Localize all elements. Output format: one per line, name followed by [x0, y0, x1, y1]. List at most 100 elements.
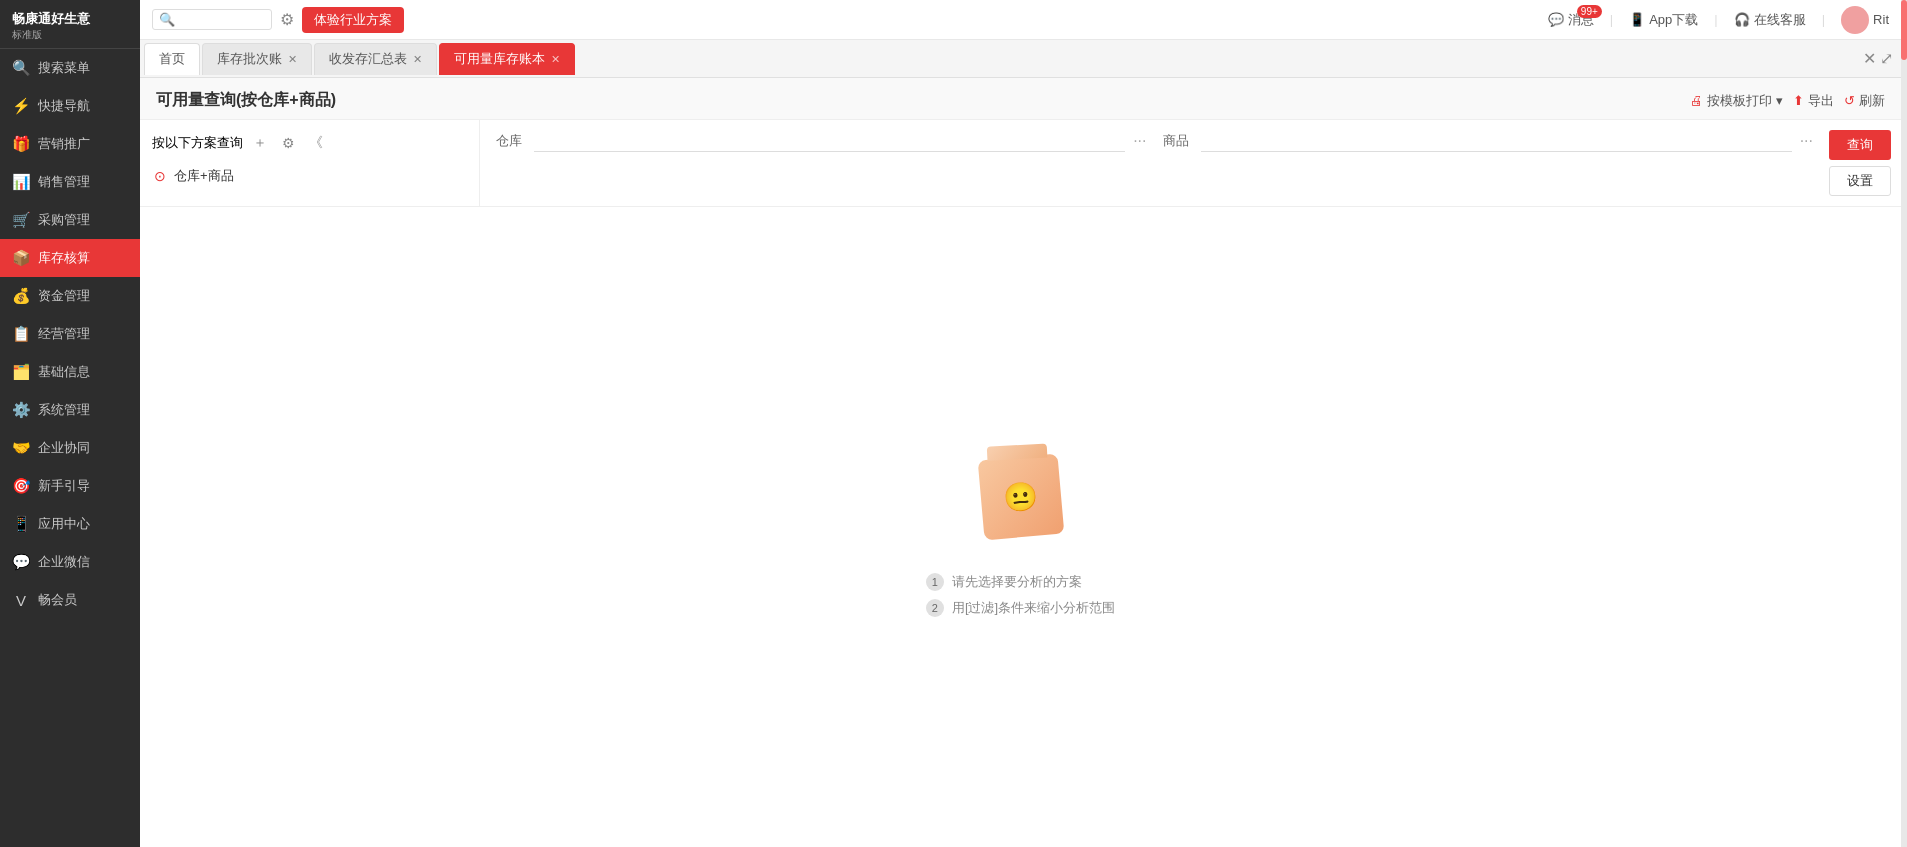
app-download-button[interactable]: 📱 App下载	[1629, 11, 1698, 29]
industry-button[interactable]: 体验行业方案	[302, 7, 404, 33]
sidebar-label-basic: 基础信息	[38, 363, 90, 381]
hint-text-1: 请先选择要分析的方案	[952, 573, 1082, 591]
warehouse-dots-button[interactable]: ···	[1133, 132, 1146, 150]
sidebar-label-operation: 经营管理	[38, 325, 90, 343]
filter-row: 仓库 ··· 商品 ···	[496, 130, 1813, 152]
tab-summary-close[interactable]: ✕	[413, 53, 422, 66]
sidebar-item-corp[interactable]: 🤝 企业协同	[0, 429, 140, 467]
action-panel: 查询 设置	[1829, 120, 1901, 206]
mobile-icon: 📱	[1629, 12, 1645, 27]
warehouse-input[interactable]	[534, 130, 1125, 152]
collapse-scheme-button[interactable]: 《	[305, 132, 327, 154]
page-title: 可用量查询(按仓库+商品)	[156, 90, 1690, 111]
print-button[interactable]: 🖨 按模板打印 ▾	[1690, 92, 1783, 110]
scrollbar-thumb[interactable]	[1901, 0, 1907, 60]
product-dots-button[interactable]: ···	[1800, 132, 1813, 150]
hint-num-2: 2	[926, 599, 944, 617]
sidebar-item-operation[interactable]: 📋 经营管理	[0, 315, 140, 353]
username-label: Rit	[1873, 12, 1889, 27]
tab-available-close[interactable]: ✕	[551, 53, 560, 66]
chevron-down-icon: ▾	[1776, 93, 1783, 108]
sidebar-label-sales: 销售管理	[38, 173, 90, 191]
sidebar-item-weixin[interactable]: 💬 企业微信	[0, 543, 140, 581]
sidebar-icon-sales: 📊	[12, 173, 30, 191]
message-button[interactable]: 💬 消息 99+	[1548, 11, 1594, 29]
app-download-label: App下载	[1649, 11, 1698, 29]
topbar-search-box[interactable]: 🔍	[152, 9, 272, 30]
sidebar-icon-search: 🔍	[12, 59, 30, 77]
empty-box: 😐	[977, 454, 1064, 541]
export-button[interactable]: ⬆ 导出	[1793, 92, 1834, 110]
sidebar-label-corp: 企业协同	[38, 439, 90, 457]
tab-home[interactable]: 首页	[144, 43, 200, 75]
product-input[interactable]	[1201, 130, 1792, 152]
sidebar-icon-inventory: 📦	[12, 249, 30, 267]
refresh-button[interactable]: ↺ 刷新	[1844, 92, 1885, 110]
user-menu[interactable]: Rit	[1841, 6, 1889, 34]
sidebar-item-basic[interactable]: 🗂️ 基础信息	[0, 353, 140, 391]
separator2: |	[1714, 12, 1717, 27]
sidebar-item-finance[interactable]: 💰 资金管理	[0, 277, 140, 315]
sidebar-item-system[interactable]: ⚙️ 系统管理	[0, 391, 140, 429]
page-content: 可用量查询(按仓库+商品) 🖨 按模板打印 ▾ ⬆ 导出 ↺ 刷新	[140, 78, 1901, 847]
settings-scheme-button[interactable]: ⚙	[277, 132, 299, 154]
product-label: 商品	[1163, 132, 1193, 150]
page-header: 可用量查询(按仓库+商品) 🖨 按模板打印 ▾ ⬆ 导出 ↺ 刷新	[140, 78, 1901, 120]
print-icon: 🖨	[1690, 93, 1703, 108]
search-icon: 🔍	[159, 12, 175, 27]
add-scheme-button[interactable]: ＋	[249, 132, 271, 154]
tab-batch[interactable]: 库存批次账 ✕	[202, 43, 312, 75]
sidebar-item-app[interactable]: 📱 应用中心	[0, 505, 140, 543]
page-actions: 🖨 按模板打印 ▾ ⬆ 导出 ↺ 刷新	[1690, 92, 1885, 110]
refresh-icon: ↺	[1844, 93, 1855, 108]
logo-sub: 标准版	[12, 28, 128, 42]
tab-batch-close[interactable]: ✕	[288, 53, 297, 66]
sidebar-icon-shortcut: ⚡	[12, 97, 30, 115]
separator3: |	[1822, 12, 1825, 27]
sidebar-item-inventory[interactable]: 📦 库存核算	[0, 239, 140, 277]
sidebar-item-search[interactable]: 🔍 搜索菜单	[0, 49, 140, 87]
sidebar-label-app: 应用中心	[38, 515, 90, 533]
export-icon: ⬆	[1793, 93, 1804, 108]
scheme-item-icon: ⊙	[154, 168, 166, 184]
scheme-panel: 按以下方案查询 ＋ ⚙ 《 ⊙ 仓库+商品	[140, 120, 480, 206]
online-service-label: 在线客服	[1754, 11, 1806, 29]
scheme-header: 按以下方案查询 ＋ ⚙ 《	[140, 128, 479, 160]
scheme-item-warehouse[interactable]: ⊙ 仓库+商品	[140, 160, 479, 192]
sidebar-icon-marketing: 🎁	[12, 135, 30, 153]
avatar	[1841, 6, 1869, 34]
search-input[interactable]	[179, 13, 259, 27]
tab-expand-button[interactable]: ⤢	[1880, 49, 1893, 68]
topbar: 🔍 ⚙ 体验行业方案 💬 消息 99+ | 📱 App下载 | 🎧	[140, 0, 1901, 40]
sidebar-label-system: 系统管理	[38, 401, 90, 419]
main-area: 🔍 ⚙ 体验行业方案 💬 消息 99+ | 📱 App下载 | 🎧	[140, 0, 1901, 847]
print-label: 按模板打印	[1707, 92, 1772, 110]
sidebar-icon-purchase: 🛒	[12, 211, 30, 229]
sidebar-item-marketing[interactable]: 🎁 营销推广	[0, 125, 140, 163]
sidebar-item-guide[interactable]: 🎯 新手引导	[0, 467, 140, 505]
sidebar-label-vip: 畅会员	[38, 591, 77, 609]
empty-hint-1: 1 请先选择要分析的方案	[926, 573, 1115, 591]
tab-close-button[interactable]: ✕	[1863, 49, 1876, 68]
service-icon: 🎧	[1734, 12, 1750, 27]
empty-hints: 1 请先选择要分析的方案 2 用[过滤]条件来缩小分析范围	[926, 573, 1115, 617]
sidebar-icon-corp: 🤝	[12, 439, 30, 457]
sidebar-item-vip[interactable]: V 畅会员	[0, 581, 140, 619]
tab-available[interactable]: 可用量库存账本 ✕	[439, 43, 575, 75]
settings-button[interactable]: 设置	[1829, 166, 1891, 196]
sidebar-item-purchase[interactable]: 🛒 采购管理	[0, 201, 140, 239]
sidebar-icon-weixin: 💬	[12, 553, 30, 571]
gear-icon[interactable]: ⚙	[280, 10, 294, 29]
home-tab-label: 首页	[159, 50, 185, 68]
sidebar-label-weixin: 企业微信	[38, 553, 90, 571]
sidebar-icon-system: ⚙️	[12, 401, 30, 419]
tab-summary[interactable]: 收发存汇总表 ✕	[314, 43, 437, 75]
sidebar-item-shortcut[interactable]: ⚡ 快捷导航	[0, 87, 140, 125]
sidebar-label-search: 搜索菜单	[38, 59, 90, 77]
query-button[interactable]: 查询	[1829, 130, 1891, 160]
export-label: 导出	[1808, 92, 1834, 110]
online-service-button[interactable]: 🎧 在线客服	[1734, 11, 1806, 29]
right-scrollbar[interactable]	[1901, 0, 1907, 847]
sidebar-item-sales[interactable]: 📊 销售管理	[0, 163, 140, 201]
warehouse-field: 仓库 ···	[496, 130, 1147, 152]
